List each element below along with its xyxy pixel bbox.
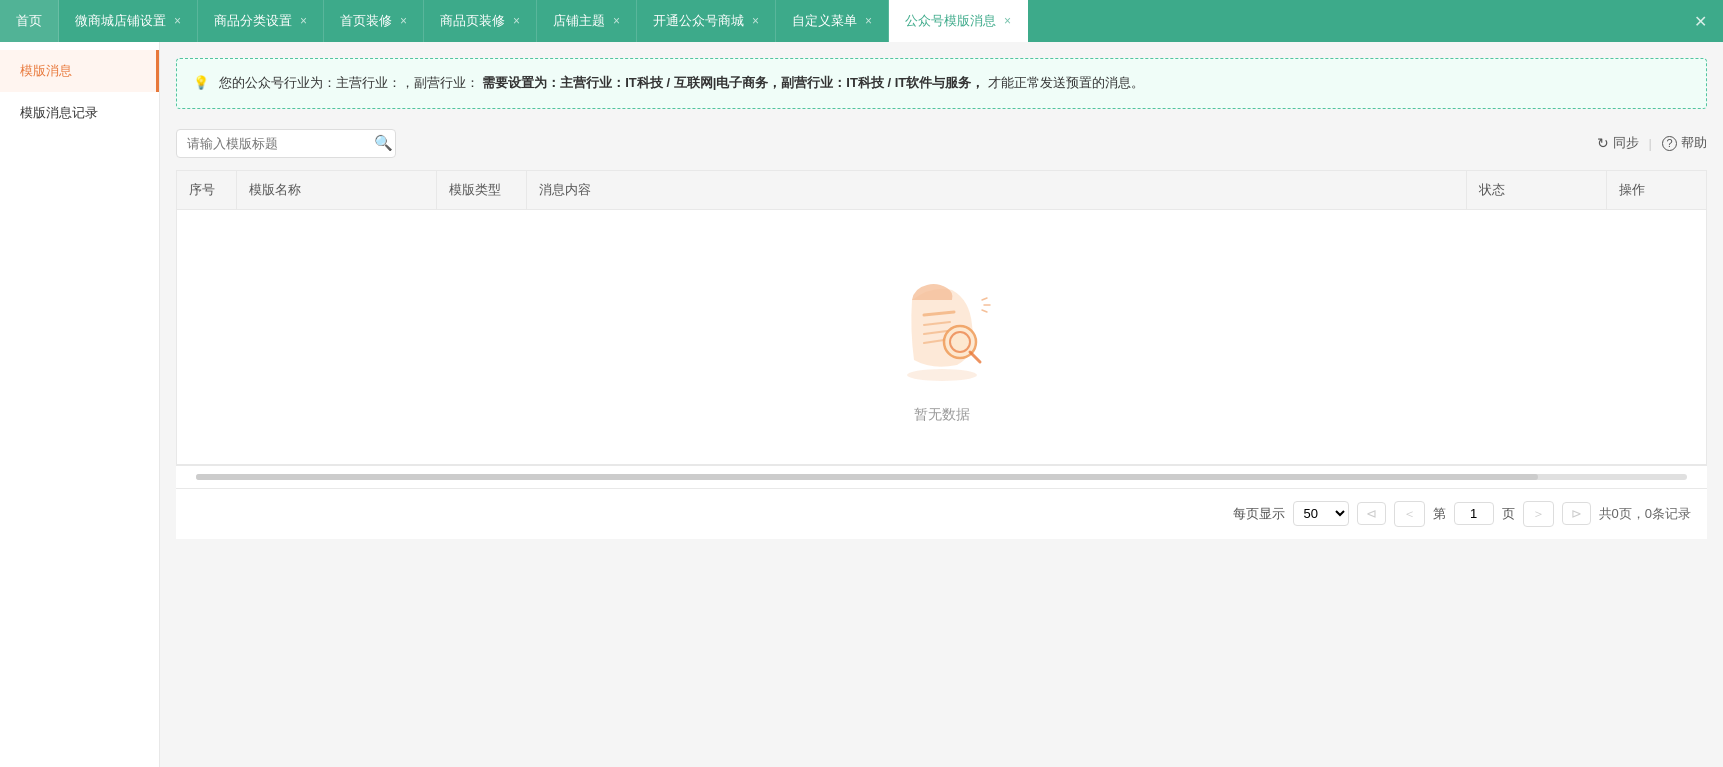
page-size-select[interactable]: 50 10 20 100	[1293, 501, 1349, 526]
page-input[interactable]	[1454, 502, 1494, 525]
tab-open-mall-close[interactable]: ×	[752, 14, 759, 28]
tab-custom-menu-label: 自定义菜单	[792, 12, 857, 30]
notice-box: 💡 您的公众号行业为：主营行业：，副营行业： 需要设置为：主营行业：IT科技 /…	[176, 58, 1707, 109]
tab-template-msg[interactable]: 公众号模版消息 ×	[889, 0, 1028, 42]
tab-home-decor-label: 首页装修	[340, 12, 392, 30]
page-size-label: 每页显示	[1233, 505, 1285, 523]
tab-shop-theme[interactable]: 店铺主题 ×	[537, 0, 637, 42]
sync-icon: ↻	[1597, 135, 1609, 151]
tab-product-decor[interactable]: 商品页装修 ×	[424, 0, 537, 42]
tab-shop-theme-label: 店铺主题	[553, 12, 605, 30]
notice-suffix-text: 才能正常发送预置的消息。	[988, 75, 1144, 90]
tab-product-decor-label: 商品页装修	[440, 12, 505, 30]
scroll-bar-area	[176, 465, 1707, 488]
tab-home-decor[interactable]: 首页装修 ×	[324, 0, 424, 42]
tab-category-setting[interactable]: 商品分类设置 ×	[198, 0, 324, 42]
next-page-button[interactable]: ＞	[1523, 501, 1554, 527]
tab-open-mall[interactable]: 开通公众号商城 ×	[637, 0, 776, 42]
search-input[interactable]	[176, 129, 396, 158]
svg-line-8	[982, 298, 987, 300]
tab-category-setting-close[interactable]: ×	[300, 14, 307, 28]
content-area: 💡 您的公众号行业为：主营行业：，副营行业： 需要设置为：主营行业：IT科技 /…	[160, 42, 1723, 767]
col-header-type: 模版类型	[437, 170, 527, 209]
tab-template-msg-close[interactable]: ×	[1004, 14, 1011, 28]
svg-line-7	[970, 352, 980, 362]
help-button[interactable]: ? 帮助	[1662, 134, 1707, 152]
last-page-button[interactable]: ⊳	[1562, 502, 1591, 525]
prev-page-button[interactable]: ＜	[1394, 501, 1425, 527]
toolbar-divider: |	[1649, 136, 1652, 151]
search-bar: 🔍 ↻ 同步 | ? 帮助	[176, 129, 1707, 158]
col-header-content: 消息内容	[527, 170, 1467, 209]
empty-state: 暂无数据	[177, 210, 1706, 464]
tab-bar: 首页 微商城店铺设置 × 商品分类设置 × 首页装修 × 商品页装修 × 店铺主…	[0, 0, 1723, 42]
sync-button[interactable]: ↻ 同步	[1597, 134, 1639, 152]
tab-shop-setting-label: 微商城店铺设置	[75, 12, 166, 30]
help-label: 帮助	[1681, 134, 1707, 152]
notice-icon: 💡	[193, 75, 209, 90]
empty-text: 暂无数据	[914, 406, 970, 424]
svg-point-0	[907, 369, 977, 381]
col-header-seq: 序号	[177, 170, 237, 209]
tab-home-decor-close[interactable]: ×	[400, 14, 407, 28]
tab-open-mall-label: 开通公众号商城	[653, 12, 744, 30]
help-icon: ?	[1662, 136, 1677, 151]
horizontal-scrollbar[interactable]	[196, 474, 1687, 480]
page-total: 共0页，0条记录	[1599, 505, 1691, 523]
col-header-name: 模版名称	[237, 170, 437, 209]
tab-template-msg-label: 公众号模版消息	[905, 12, 996, 30]
empty-illustration	[882, 270, 1002, 390]
first-page-button[interactable]: ⊲	[1357, 502, 1386, 525]
sidebar-item-template-msg-record[interactable]: 模版消息记录	[0, 92, 159, 134]
svg-line-10	[982, 310, 987, 312]
page-prefix-label: 第	[1433, 505, 1446, 523]
tab-shop-theme-close[interactable]: ×	[613, 14, 620, 28]
notice-highlight-text: 需要设置为：主营行业：IT科技 / 互联网|电子商务，副营行业：IT科技 / I…	[482, 75, 984, 90]
tab-home-label: 首页	[16, 12, 42, 30]
sync-label: 同步	[1613, 134, 1639, 152]
tab-shop-setting-close[interactable]: ×	[174, 14, 181, 28]
tab-product-decor-close[interactable]: ×	[513, 14, 520, 28]
toolbar-right: ↻ 同步 | ? 帮助	[1597, 134, 1707, 152]
tab-home[interactable]: 首页	[0, 0, 59, 42]
search-icon: 🔍	[374, 134, 393, 151]
sidebar-item-template-msg[interactable]: 模版消息	[0, 50, 159, 92]
tab-custom-menu-close[interactable]: ×	[865, 14, 872, 28]
data-table: 序号 模版名称 模版类型 消息内容 状态 操作	[176, 170, 1707, 465]
pagination: 每页显示 50 10 20 100 ⊲ ＜ 第 页 ＞ ⊳ 共0页，0条记录	[176, 488, 1707, 539]
sidebar-item-template-msg-record-label: 模版消息记录	[20, 105, 98, 120]
search-button[interactable]: 🔍	[366, 130, 401, 156]
main-layout: 模版消息 模版消息记录 💡 您的公众号行业为：主营行业：，副营行业： 需要设置为…	[0, 42, 1723, 767]
sidebar: 模版消息 模版消息记录	[0, 42, 160, 767]
tab-shop-setting[interactable]: 微商城店铺设置 ×	[59, 0, 198, 42]
page-suffix-label: 页	[1502, 505, 1515, 523]
scrollbar-thumb[interactable]	[196, 474, 1538, 480]
col-header-status: 状态	[1467, 170, 1607, 209]
tab-custom-menu[interactable]: 自定义菜单 ×	[776, 0, 889, 42]
tab-category-setting-label: 商品分类设置	[214, 12, 292, 30]
tab-bar-close-all[interactable]: ✕	[1678, 12, 1723, 31]
sidebar-item-template-msg-label: 模版消息	[20, 63, 72, 78]
col-header-action: 操作	[1607, 170, 1707, 209]
notice-prefix-text: 您的公众号行业为：主营行业：，副营行业：	[219, 75, 479, 90]
